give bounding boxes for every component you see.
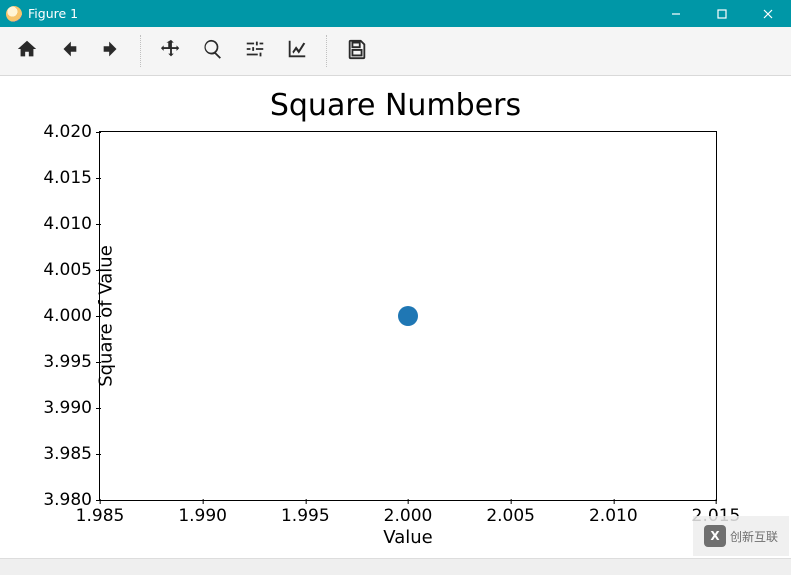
home-icon bbox=[16, 38, 38, 64]
forward-button[interactable] bbox=[92, 32, 130, 70]
data-point-marker bbox=[398, 306, 418, 326]
window-titlebar: Figure 1 bbox=[0, 0, 791, 27]
status-bar bbox=[0, 558, 791, 575]
y-tick-label: 4.010 bbox=[43, 214, 100, 234]
configure-subplots-button[interactable] bbox=[236, 32, 274, 70]
watermark-text: 创新互联 bbox=[730, 528, 778, 545]
chart-title: Square Numbers bbox=[0, 88, 791, 123]
arrow-left-icon bbox=[58, 38, 80, 64]
home-button[interactable] bbox=[8, 32, 46, 70]
x-tick-label: 2.000 bbox=[384, 500, 433, 526]
toolbar bbox=[0, 27, 791, 76]
watermark-badge-icon: X bbox=[704, 525, 726, 547]
minimize-button[interactable] bbox=[653, 0, 699, 27]
y-tick-label: 3.990 bbox=[43, 398, 100, 418]
window-title: Figure 1 bbox=[28, 6, 78, 21]
app-icon bbox=[6, 6, 22, 22]
axes-area: Square of Value Value 3.9803.9853.9903.9… bbox=[99, 131, 717, 501]
watermark: X 创新互联 bbox=[693, 516, 789, 556]
y-tick-label: 3.985 bbox=[43, 444, 100, 464]
toolbar-separator bbox=[326, 35, 328, 67]
x-tick-label: 1.985 bbox=[76, 500, 125, 526]
y-tick-label: 4.005 bbox=[43, 260, 100, 280]
maximize-button[interactable] bbox=[699, 0, 745, 27]
close-button[interactable] bbox=[745, 0, 791, 27]
y-axis-label: Square of Value bbox=[96, 174, 117, 316]
x-tick-label: 1.990 bbox=[178, 500, 227, 526]
sliders-icon bbox=[244, 38, 266, 64]
zoom-icon bbox=[202, 38, 224, 64]
figure-canvas[interactable]: Square Numbers Square of Value Value 3.9… bbox=[0, 76, 791, 558]
y-tick-label: 3.995 bbox=[43, 352, 100, 372]
edit-axes-button[interactable] bbox=[278, 32, 316, 70]
toolbar-separator bbox=[140, 35, 142, 67]
save-button[interactable] bbox=[338, 32, 376, 70]
pan-icon bbox=[160, 38, 182, 64]
chart-line-icon bbox=[286, 38, 308, 64]
x-tick-label: 2.005 bbox=[486, 500, 535, 526]
y-tick-label: 4.000 bbox=[43, 306, 100, 326]
x-tick-label: 2.010 bbox=[589, 500, 638, 526]
y-tick-label: 4.020 bbox=[43, 122, 100, 142]
pan-button[interactable] bbox=[152, 32, 190, 70]
save-icon bbox=[346, 38, 368, 64]
y-tick-label: 4.015 bbox=[43, 168, 100, 188]
back-button[interactable] bbox=[50, 32, 88, 70]
x-tick-label: 1.995 bbox=[281, 500, 330, 526]
x-axis-label: Value bbox=[383, 527, 432, 548]
arrow-right-icon bbox=[100, 38, 122, 64]
zoom-button[interactable] bbox=[194, 32, 232, 70]
